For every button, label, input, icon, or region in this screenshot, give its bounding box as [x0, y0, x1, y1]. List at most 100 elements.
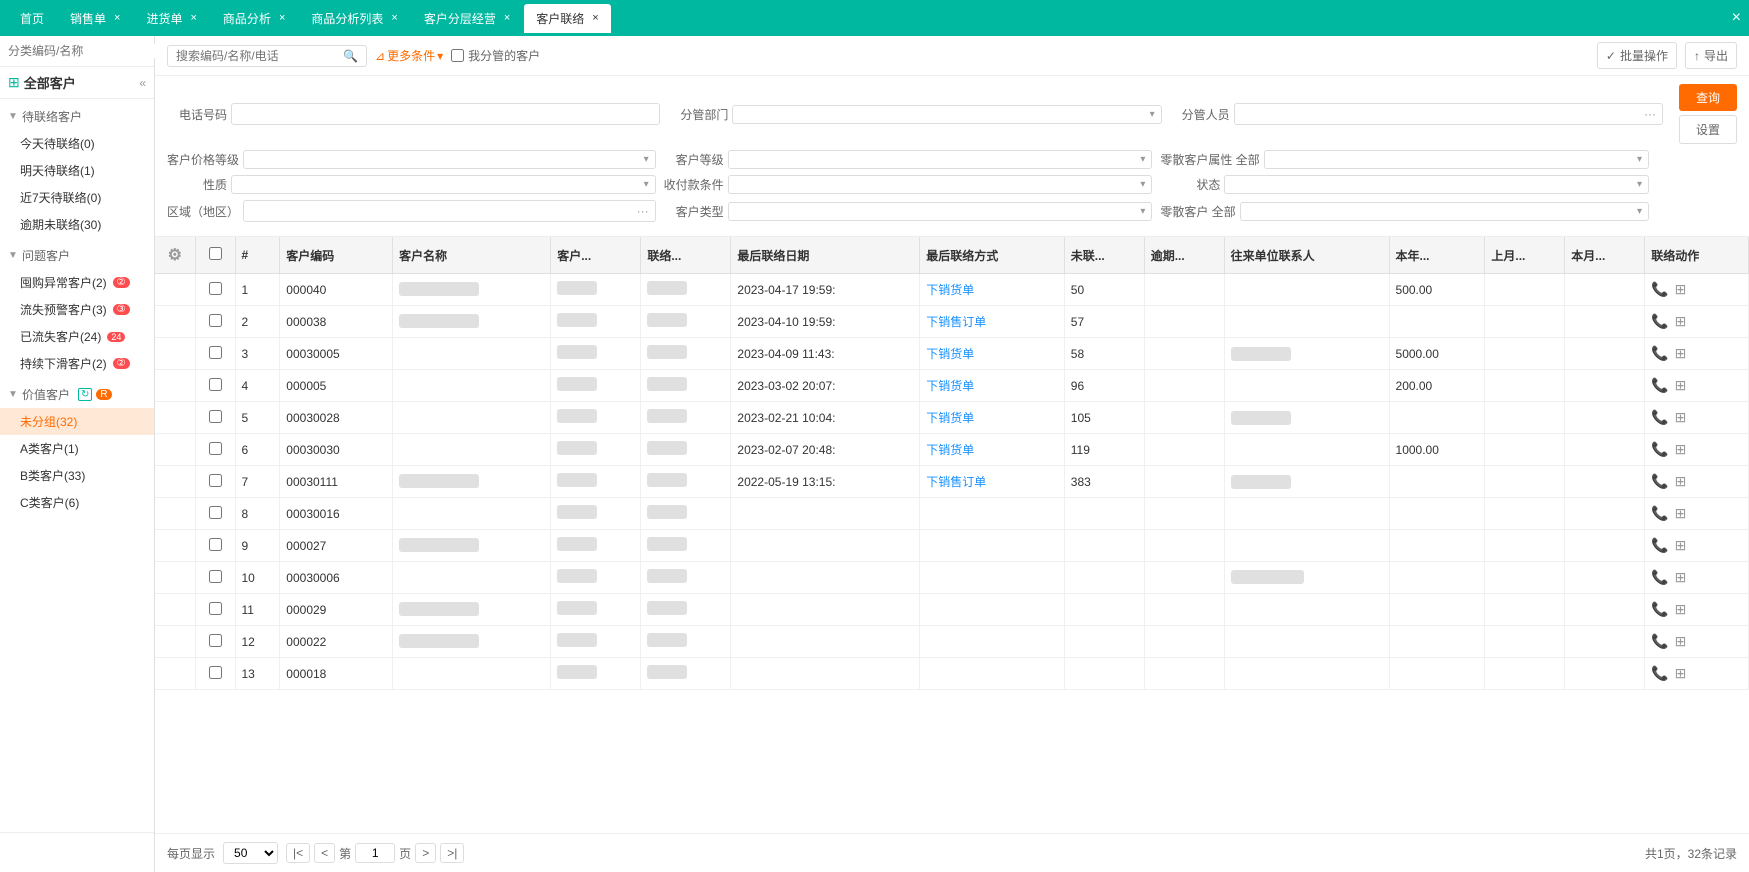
close-app-button[interactable]: × — [1732, 9, 1741, 27]
per-page-select[interactable]: 50 100 — [223, 842, 278, 864]
tab-home[interactable]: 首页 — [8, 4, 56, 33]
grid-action-icon[interactable]: ⊞ — [1675, 537, 1687, 554]
tab-analysis-list[interactable]: 商品分析列表 × — [299, 4, 409, 33]
row-checkbox[interactable] — [209, 378, 222, 391]
all-customers-row[interactable]: ⊞ 全部客户 « — [0, 67, 154, 99]
col-settings[interactable]: ⚙ — [155, 237, 195, 274]
tab-analysis[interactable]: 商品分析 × — [211, 4, 297, 33]
export-button[interactable]: ↑ 导出 — [1685, 42, 1737, 69]
phone-action-icon[interactable]: 📞 — [1651, 473, 1668, 490]
grid-action-icon[interactable]: ⊞ — [1675, 345, 1687, 362]
batch-op-button[interactable]: ✓ 批量操作 — [1597, 42, 1677, 69]
tree-overdue-contact[interactable]: 逾期未联络(30) — [0, 211, 154, 238]
tree-today-contact[interactable]: 今天待联络(0) — [0, 130, 154, 157]
last-method-link[interactable]: 下销售订单 — [926, 315, 986, 329]
reset-button[interactable]: 设置 — [1679, 115, 1737, 144]
sidebar-collapse-icon[interactable]: « — [139, 76, 146, 90]
tree-tomorrow-contact[interactable]: 明天待联络(1) — [0, 157, 154, 184]
phone-action-icon[interactable]: 📞 — [1651, 345, 1668, 362]
row-checkbox[interactable] — [209, 410, 222, 423]
grid-action-icon[interactable]: ⊞ — [1675, 601, 1687, 618]
last-page-button[interactable]: >| — [440, 843, 464, 863]
close-tab-sales[interactable]: × — [114, 12, 120, 24]
grid-action-icon[interactable]: ⊞ — [1675, 569, 1687, 586]
last-method-link[interactable]: 下销货单 — [926, 411, 974, 425]
my-customers-check[interactable] — [451, 49, 464, 62]
close-tab-customer-contact[interactable]: × — [592, 12, 598, 24]
tree-lost[interactable]: 已流失客户(24) 24 — [0, 323, 154, 350]
phone-action-icon[interactable]: 📞 — [1651, 441, 1668, 458]
tree-class-c[interactable]: C类客户(6) — [0, 489, 154, 516]
phone-action-icon[interactable]: 📞 — [1651, 409, 1668, 426]
person-select[interactable]: ··· — [1234, 103, 1663, 125]
customer-grade-select[interactable]: ▾ — [728, 150, 1153, 169]
col-code[interactable]: 客户编码 — [280, 237, 393, 274]
page-number-input[interactable] — [355, 843, 395, 863]
row-checkbox[interactable] — [209, 666, 222, 679]
tab-customer-ops[interactable]: 客户分层经营 × — [412, 4, 522, 33]
tab-sales[interactable]: 销售单 × — [58, 4, 132, 33]
phone-action-icon[interactable]: 📞 — [1651, 281, 1668, 298]
row-checkbox[interactable] — [209, 474, 222, 487]
row-checkbox[interactable] — [209, 442, 222, 455]
grid-action-icon[interactable]: ⊞ — [1675, 281, 1687, 298]
price-grade-select[interactable]: ▾ — [243, 150, 656, 169]
row-checkbox[interactable] — [209, 314, 222, 327]
region-select[interactable]: ··· — [243, 200, 656, 222]
tree-declining[interactable]: 持续下滑客户(2) ② — [0, 350, 154, 377]
close-tab-customer-ops[interactable]: × — [504, 12, 510, 24]
phone-action-icon[interactable]: 📞 — [1651, 633, 1668, 650]
col-name[interactable]: 客户名称 — [393, 237, 551, 274]
phone-action-icon[interactable]: 📞 — [1651, 377, 1668, 394]
phone-action-icon[interactable]: 📞 — [1651, 665, 1668, 682]
row-checkbox[interactable] — [209, 538, 222, 551]
more-filters-button[interactable]: ⊿ 更多条件 ▾ — [375, 47, 443, 64]
phone-action-icon[interactable]: 📞 — [1651, 537, 1668, 554]
tree-class-a[interactable]: A类客户(1) — [0, 435, 154, 462]
dept-select[interactable]: ▾ — [732, 105, 1161, 124]
nature-select[interactable]: ▾ — [231, 175, 656, 194]
table-container[interactable]: ⚙ # 客户编码 客户名称 客户... 联络... — [155, 237, 1749, 833]
section-pending-contact[interactable]: ▼ 待联络客户 — [0, 103, 154, 130]
tree-abnormal[interactable]: 囤购异常客户(2) ② — [0, 269, 154, 296]
close-tab-analysis-list[interactable]: × — [391, 12, 397, 24]
tree-warning[interactable]: 流失预警客户(3) ③ — [0, 296, 154, 323]
next-page-button[interactable]: > — [415, 843, 436, 863]
grid-action-icon[interactable]: ⊞ — [1675, 633, 1687, 650]
phone-action-icon[interactable]: 📞 — [1651, 601, 1668, 618]
last-method-link[interactable]: 下销货单 — [926, 347, 974, 361]
row-checkbox[interactable] — [209, 282, 222, 295]
main-search-input[interactable] — [176, 49, 339, 63]
select-all-checkbox[interactable] — [209, 247, 222, 260]
refresh-icon[interactable]: ↻ — [78, 388, 92, 401]
phone-action-icon[interactable]: 📞 — [1651, 313, 1668, 330]
grid-action-icon[interactable]: ⊞ — [1675, 377, 1687, 394]
close-tab-analysis[interactable]: × — [279, 12, 285, 24]
last-method-link[interactable]: 下销货单 — [926, 443, 974, 457]
main-search-icon[interactable]: 🔍 — [343, 49, 358, 63]
status-select[interactable]: ▾ — [1224, 175, 1649, 194]
prev-page-button[interactable]: < — [314, 843, 335, 863]
last-method-link[interactable]: 下销货单 — [926, 283, 974, 297]
grid-action-icon[interactable]: ⊞ — [1675, 473, 1687, 490]
row-checkbox[interactable] — [209, 346, 222, 359]
grid-action-icon[interactable]: ⊞ — [1675, 505, 1687, 522]
close-tab-purchase[interactable]: × — [190, 12, 196, 24]
phone-input[interactable] — [231, 103, 660, 125]
row-checkbox[interactable] — [209, 506, 222, 519]
grid-action-icon[interactable]: ⊞ — [1675, 313, 1687, 330]
phone-action-icon[interactable]: 📞 — [1651, 569, 1668, 586]
row-checkbox[interactable] — [209, 602, 222, 615]
grid-action-icon[interactable]: ⊞ — [1675, 409, 1687, 426]
tree-week-contact[interactable]: 近7天待联络(0) — [0, 184, 154, 211]
grid-action-icon[interactable]: ⊞ — [1675, 665, 1687, 682]
row-checkbox[interactable] — [209, 570, 222, 583]
tree-class-b[interactable]: B类客户(33) — [0, 462, 154, 489]
scatter-attr-select[interactable]: ▾ — [1264, 150, 1649, 169]
tree-unclassified[interactable]: 未分组(32) — [0, 408, 154, 435]
section-problem-customers[interactable]: ▼ 问题客户 — [0, 242, 154, 269]
tab-purchase[interactable]: 进货单 × — [134, 4, 208, 33]
settings-icon[interactable]: ⚙ — [168, 247, 182, 264]
payment-select[interactable]: ▾ — [728, 175, 1153, 194]
last-method-link[interactable]: 下销售订单 — [926, 475, 986, 489]
